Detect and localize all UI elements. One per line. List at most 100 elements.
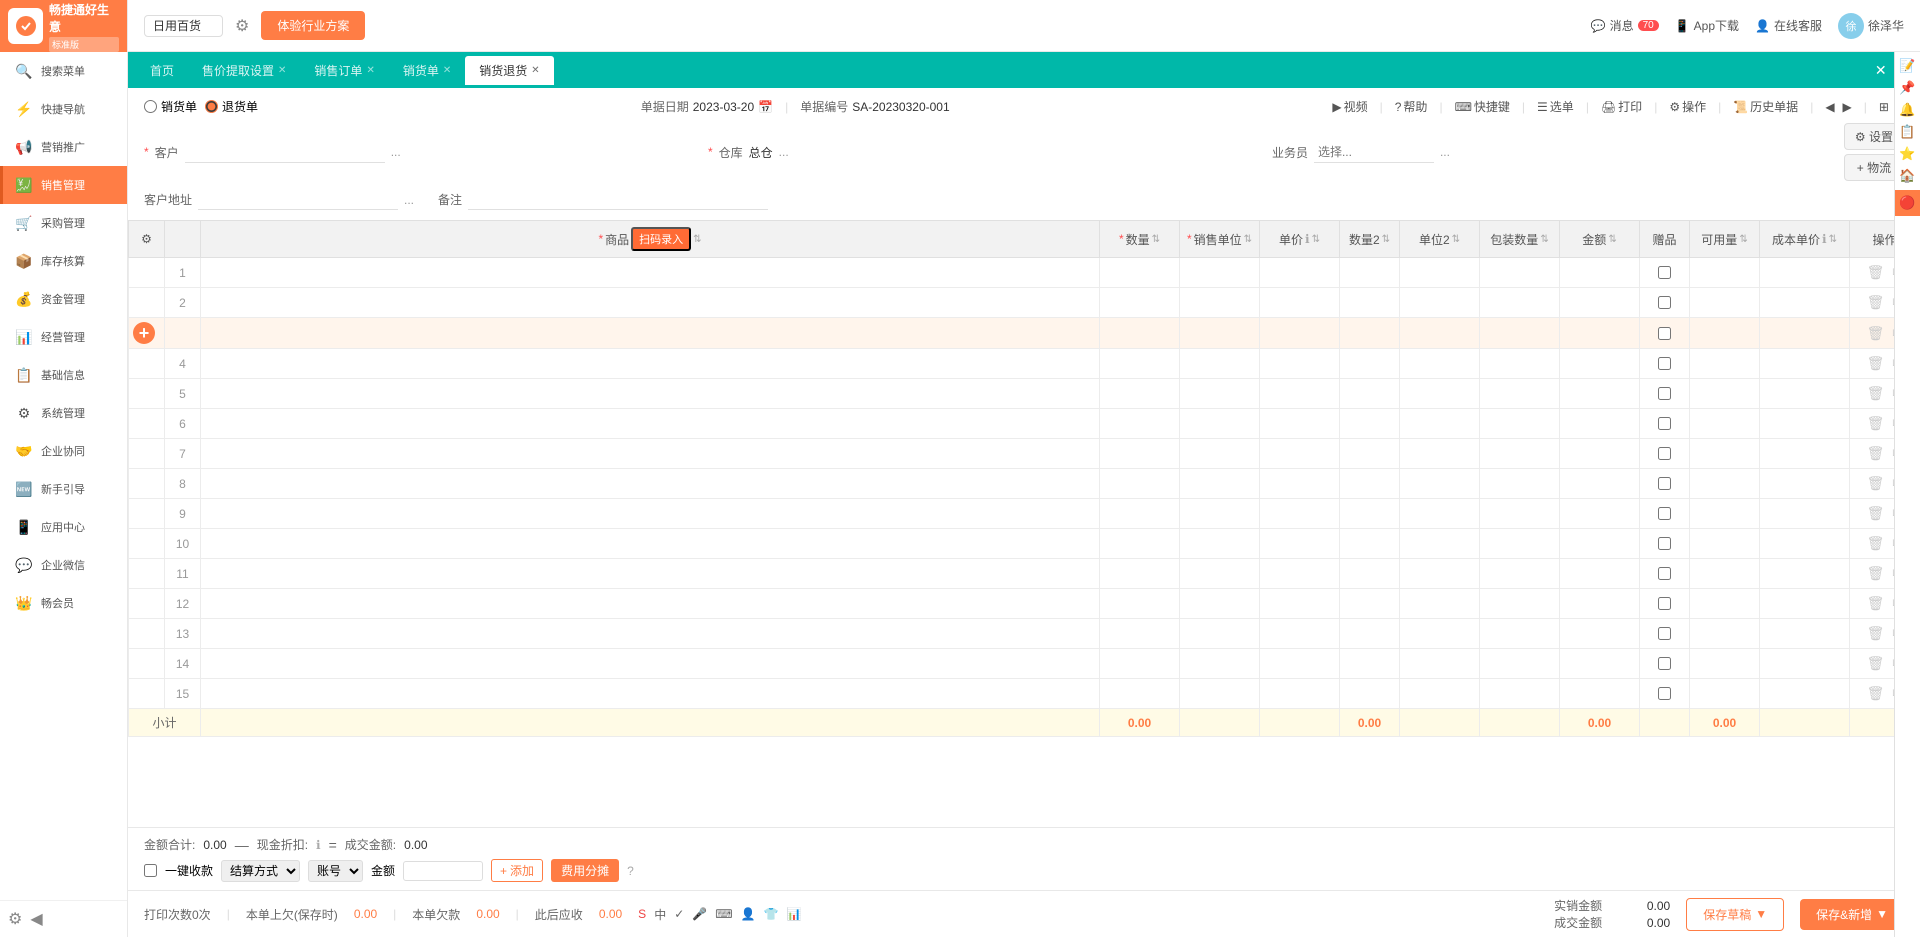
right-panel-icon-4[interactable]: 📋 [1899,124,1915,140]
row-unit2-1[interactable] [1400,258,1480,288]
calendar-icon[interactable]: 📅 [758,100,773,114]
price-info-icon[interactable]: ℹ [1305,232,1310,246]
delete-row-14[interactable]: 🗑 [1865,653,1887,674]
right-panel-icon-2[interactable]: 📌 [1899,80,1915,96]
gift-checkbox-3[interactable] [1658,327,1671,340]
message-item[interactable]: 💬 消息 70 [1591,17,1659,34]
tab-home[interactable]: 首页 [136,56,188,85]
tool-icon-7[interactable]: 👕 [764,907,779,921]
radio-sale[interactable]: 销货单 [144,98,197,115]
row-pack-1[interactable] [1480,258,1560,288]
amount-input[interactable] [403,861,483,881]
save-draft-button[interactable]: 保存草稿 ▼ [1686,898,1784,931]
trial-button[interactable]: 体验行业方案 [261,11,365,40]
sidebar-settings-icon[interactable]: ⚙ [8,909,22,929]
scan-input-button[interactable]: 扫码录入 [631,227,691,251]
user-item[interactable]: 徐 徐泽华 [1838,13,1904,39]
prev-button[interactable]: ◀ [1825,100,1834,114]
gift-checkbox-2[interactable] [1658,296,1671,309]
unit-sort-icon[interactable]: ⇅ [1244,234,1252,245]
sidebar-item-search[interactable]: 🔍 搜索菜单 [0,52,127,90]
row-price-1[interactable] [1260,258,1340,288]
sidebar-item-apps[interactable]: 📱 应用中心 [0,508,127,546]
address-input[interactable] [198,189,398,210]
print-link[interactable]: 🖨 打印 [1601,98,1642,115]
tab-close-returns[interactable]: ✕ [531,65,539,76]
price-sort-icon[interactable]: ⇅ [1312,234,1320,245]
right-panel-icon-active[interactable]: 🔴 [1895,190,1920,216]
fee-split-button[interactable]: 费用分摊 [551,859,619,882]
customer-input[interactable] [185,142,385,163]
tool-s-icon[interactable]: S [638,907,646,921]
delete-row-7[interactable]: 🗑 [1865,443,1887,464]
history-link[interactable]: 📜 历史单据 [1733,98,1798,115]
select-link[interactable]: ☰ 选单 [1537,98,1574,115]
row-qty2-1[interactable] [1340,258,1400,288]
row-product-1[interactable] [201,258,1100,288]
app-download-item[interactable]: 📱 App下载 [1675,17,1739,34]
save-new-button[interactable]: 保存&新增 ▼ [1800,899,1904,930]
pack-sort-icon[interactable]: ⇅ [1540,234,1548,245]
right-panel-icon-1[interactable]: 📝 [1899,58,1915,74]
tab-close-order[interactable]: ✕ [366,65,374,76]
sidebar-item-operations[interactable]: 📊 经营管理 [0,318,127,356]
amount-sort-icon[interactable]: ⇅ [1608,234,1616,245]
one-click-checkbox[interactable] [144,864,157,877]
tab-sales-order[interactable]: 销售订单 ✕ [300,56,388,85]
warehouse-select-link[interactable]: ... [779,145,789,159]
tab-sales[interactable]: 销货单 ✕ [389,56,465,85]
sidebar-collapse-icon[interactable]: ◀ [30,909,42,929]
tool-icon-5[interactable]: ⌨ [715,907,732,921]
shortcut-link[interactable]: ⌨ 快捷键 [1455,98,1510,115]
right-panel-icon-6[interactable]: 🏠 [1899,168,1915,184]
delete-row-1[interactable]: 🗑 [1865,262,1887,283]
delete-row-9[interactable]: 🗑 [1865,503,1887,524]
gift-checkbox-12[interactable] [1658,597,1671,610]
sort-icon[interactable]: ⇅ [693,234,701,245]
add-fee-button[interactable]: + 添加 [491,859,543,882]
radio-sale-input[interactable] [144,100,157,113]
add-row-button[interactable]: + [133,322,155,344]
delete-row-12[interactable]: 🗑 [1865,593,1887,614]
tool-icon-3[interactable]: ✓ [674,907,684,921]
header-settings-button[interactable]: ⚙ [235,16,249,36]
account-select[interactable]: 账号 [308,860,363,882]
gift-checkbox-11[interactable] [1658,567,1671,580]
gift-checkbox-5[interactable] [1658,387,1671,400]
sidebar-item-finance[interactable]: 💰 资金管理 [0,280,127,318]
gift-checkbox-9[interactable] [1658,507,1671,520]
qty2-sort-icon[interactable]: ⇅ [1382,234,1390,245]
grid-view-button[interactable]: ⊞ [1879,100,1889,114]
addr-select-link[interactable]: ... [404,193,414,207]
gift-checkbox-14[interactable] [1658,657,1671,670]
tool-icon-6[interactable]: 👤 [741,907,756,921]
operate-link[interactable]: ⚙ 操作 [1669,98,1706,115]
gift-checkbox-7[interactable] [1658,447,1671,460]
col-settings-header[interactable]: ⚙ [129,221,165,258]
delete-row-5[interactable]: 🗑 [1865,383,1887,404]
sidebar-item-marketing[interactable]: 📢 营销推广 [0,128,127,166]
delete-row-13[interactable]: 🗑 [1865,623,1887,644]
online-service-item[interactable]: 👤 在线客服 [1755,17,1822,34]
row-amount-1[interactable] [1560,258,1640,288]
tab-price-settings[interactable]: 售价提取设置 ✕ [188,56,300,85]
row-qty-1[interactable] [1100,258,1180,288]
salesperson-select-link[interactable]: ... [1440,145,1450,159]
cost-sort-icon[interactable]: ⇅ [1829,234,1837,245]
settlement-select[interactable]: 结算方式 [221,860,300,882]
breadcrumb-select[interactable]: 日用百货 [144,15,223,37]
radio-return-input[interactable] [205,100,218,113]
right-panel-icon-3[interactable]: 🔔 [1899,102,1915,118]
gift-checkbox-10[interactable] [1658,537,1671,550]
tab-returns[interactable]: 销货退货 ✕ [465,56,553,85]
right-panel-icon-5[interactable]: ⭐ [1899,146,1915,162]
delete-row-10[interactable]: 🗑 [1865,533,1887,554]
gift-checkbox-4[interactable] [1658,357,1671,370]
salesperson-input[interactable] [1314,142,1434,163]
sidebar-item-purchase[interactable]: 🛒 采购管理 [0,204,127,242]
cost-info-icon[interactable]: ℹ [1822,232,1827,246]
discount-info-icon[interactable]: ℹ [316,838,321,852]
gift-checkbox-8[interactable] [1658,477,1671,490]
sidebar-item-newbie[interactable]: 🆕 新手引导 [0,470,127,508]
delete-row-3[interactable]: 🗑 [1865,323,1887,344]
